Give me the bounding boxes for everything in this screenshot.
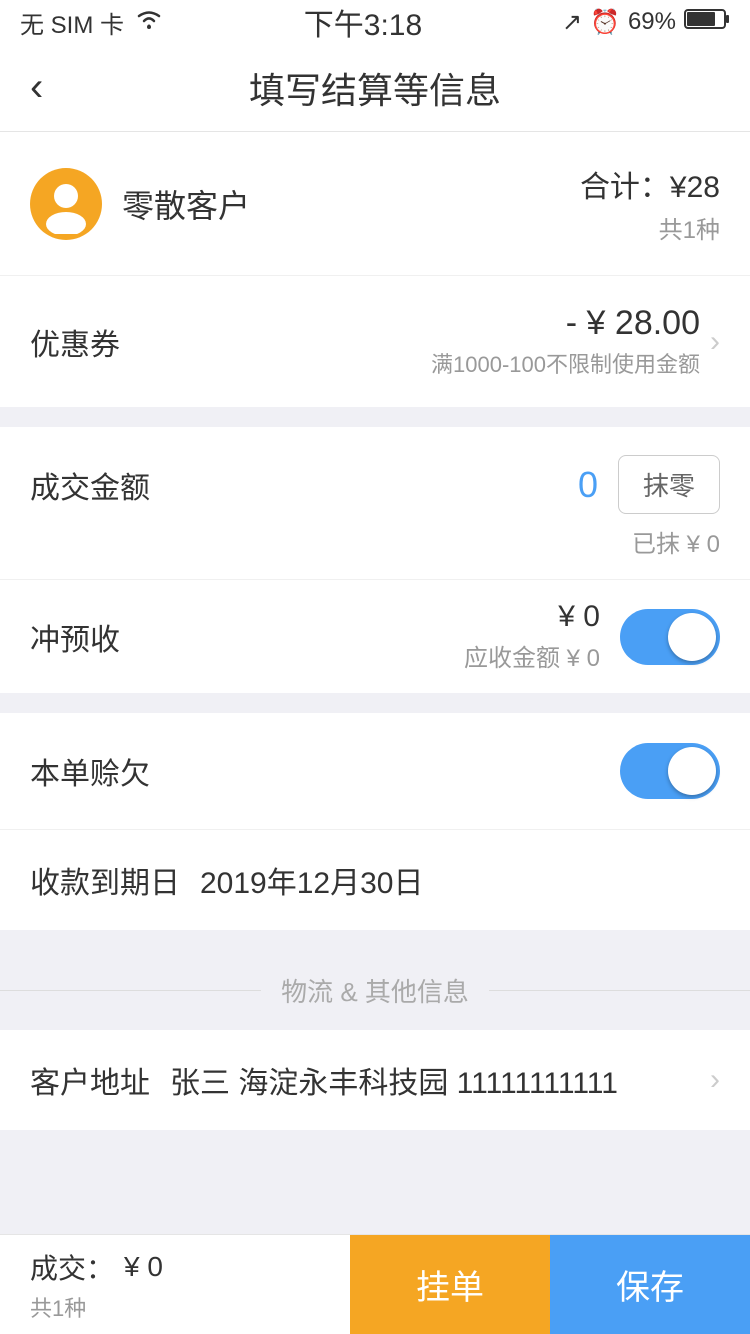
coupon-label: 优惠券 [30,320,120,364]
pre-collection-label: 冲预收 [30,615,120,659]
debt-label: 本单赊欠 [30,749,150,793]
pre-amount: ¥ 0 [464,600,600,634]
page-title: 填写结算等信息 [249,62,501,114]
pre-right: ¥ 0 应收金额 ¥ 0 [464,600,720,673]
save-button[interactable]: 保存 [550,1235,750,1334]
deal-total: ¥ 0 [124,1251,163,1283]
bottom-deal: 成交： ¥ 0 [30,1247,320,1287]
pre-amount-info: ¥ 0 应收金额 ¥ 0 [464,600,600,673]
customer-row: 零散客户 合计：¥28 共1种 [0,132,750,275]
customer-section: 零散客户 合计：¥28 共1种 优惠券 - ¥ 28.00 满1000-100不… [0,132,750,407]
due-date-value: 2019年12月30日 [200,858,423,902]
bottom-info: 成交： ¥ 0 共1种 [0,1235,350,1334]
coupon-right: - ¥ 28.00 满1000-100不限制使用金额 › [431,304,720,379]
deal-prefix: 成交： [30,1247,114,1287]
pre-collection-row: 冲预收 ¥ 0 应收金额 ¥ 0 [0,579,750,693]
coupon-info: - ¥ 28.00 满1000-100不限制使用金额 [431,304,700,379]
status-bar-right: ↗ ⏰ 69% [562,7,730,38]
deal-amount-label: 成交金额 [30,463,150,507]
battery-percent: 69% [628,8,676,36]
debt-row: 本单赊欠 [0,713,750,829]
user-icon [36,174,96,234]
customer-right: 合计：¥28 共1种 [580,162,720,245]
round-zero-sub: 已抹 ¥ 0 [0,524,750,579]
nav-bar: ‹ 填写结算等信息 [0,44,750,132]
back-button[interactable]: ‹ [30,65,43,110]
coupon-row[interactable]: 优惠券 - ¥ 28.00 满1000-100不限制使用金额 › [0,275,750,407]
deal-amount-section: 成交金额 0 抹零 已抹 ¥ 0 冲预收 ¥ 0 应收金额 ¥ 0 [0,427,750,693]
total-amount: 合计：¥28 [580,162,720,206]
pre-sub: 应收金额 ¥ 0 [464,638,600,673]
pre-collection-toggle[interactable] [620,609,720,665]
round-zero-button[interactable]: 抹零 [618,455,720,514]
address-row[interactable]: 客户地址 张三 海淀永丰科技园 11111111111 › [0,1030,750,1130]
logistics-title: 物流 & 其他信息 [261,972,489,1009]
chevron-right-icon: › [710,325,720,359]
coupon-desc: 满1000-100不限制使用金额 [431,347,700,379]
bottom-count: 共1种 [30,1291,320,1323]
alarm-icon: ⏰ [590,8,620,37]
amount-row: 成交金额 0 抹零 [0,427,750,524]
status-bar: 无 SIM 卡 下午3:18 ↗ ⏰ 69% [0,0,750,44]
address-label: 客户地址 [30,1058,150,1102]
address-chevron-icon: › [710,1063,720,1097]
logistics-header: 物流 & 其他信息 [0,950,750,1030]
bottom-bar: 成交： ¥ 0 共1种 挂单 保存 [0,1234,750,1334]
address-value: 张三 海淀永丰科技园 11111111111 [170,1058,618,1102]
due-date-label: 收款到期日 [30,858,180,902]
status-bar-time: 下午3:18 [304,0,422,44]
deal-amount-value: 0 [578,464,598,506]
hang-button[interactable]: 挂单 [350,1235,550,1334]
customer-name: 零散客户 [122,181,250,227]
address-left: 客户地址 张三 海淀永丰科技园 11111111111 [30,1058,618,1102]
amount-right: 0 抹零 [578,455,720,514]
customer-left: 零散客户 [30,168,250,240]
battery-icon [684,7,730,38]
sim-status: 无 SIM 卡 [20,5,124,40]
coupon-amount: - ¥ 28.00 [431,304,700,343]
status-bar-left: 无 SIM 卡 [20,5,164,40]
address-section: 客户地址 张三 海淀永丰科技园 11111111111 › [0,1030,750,1130]
due-date-row: 收款到期日 2019年12月30日 [0,829,750,930]
debt-section: 本单赊欠 收款到期日 2019年12月30日 [0,713,750,930]
avatar [30,168,102,240]
total-count: 共1种 [580,210,720,245]
wifi-icon [134,8,164,37]
debt-toggle[interactable] [620,743,720,799]
location-icon: ↗ [562,8,582,37]
